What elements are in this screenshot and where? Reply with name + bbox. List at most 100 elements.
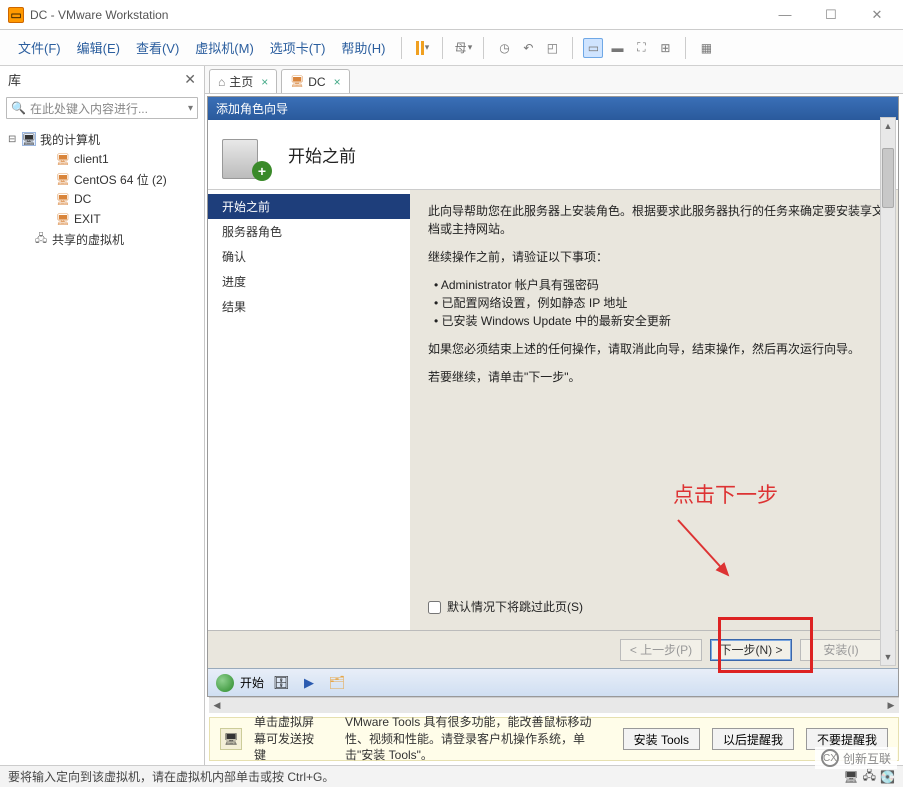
wizard-content: 此向导帮助您在此服务器上安装角色。根据要求此服务器执行的任务来确定要安装享文档或… <box>410 190 898 630</box>
window-title: DC - VMware Workstation <box>30 8 771 22</box>
menubar: 文件(F) 编辑(E) 查看(V) 虚拟机(M) 选项卡(T) 帮助(H) ▾ … <box>0 30 903 66</box>
start-orb-icon[interactable] <box>216 674 234 692</box>
library-close-icon[interactable]: ✕ <box>184 71 196 88</box>
hint-bar: 🖥 单击虚拟屏幕可发送按键 VMware Tools 具有很多功能，能改善鼠标移… <box>209 717 899 761</box>
taskbar-server-manager-icon[interactable]: 🗄 <box>270 673 292 693</box>
menu-file[interactable]: 文件(F) <box>12 36 67 59</box>
clock-icon[interactable]: ◷ <box>494 38 514 58</box>
install-button: 安装(I) <box>800 639 882 661</box>
thumbnail-icon[interactable]: ▦ <box>696 38 716 58</box>
computer-icon: 🖥 <box>22 132 36 146</box>
hint-text-click: 单击虚拟屏幕可发送按键 <box>254 714 315 764</box>
wizard-step-before[interactable]: 开始之前 <box>208 194 410 219</box>
vm-icon: 🖥 <box>56 172 70 186</box>
guest-taskbar[interactable]: 开始 🗄 ▶ 🗂 <box>208 668 898 696</box>
tree-item-exit[interactable]: 🖥 EXIT <box>4 209 200 229</box>
status-bar: 要将输入定向到该虚拟机，请在虚拟机内部单击或按 Ctrl+G。 🖥 🖧 💽 <box>0 765 903 787</box>
wizard-bullet: 已安装 Windows Update 中的最新安全更新 <box>434 312 888 330</box>
menu-tabs[interactable]: 选项卡(T) <box>264 36 332 59</box>
close-button[interactable]: ✕ <box>863 5 891 25</box>
vm-icon: 🖥 <box>56 212 70 226</box>
skip-page-checkbox[interactable] <box>428 601 441 614</box>
wizard-verify-lead: 继续操作之前，请验证以下事项： <box>428 248 888 266</box>
revert-icon[interactable]: ↶ <box>518 38 538 58</box>
watermark-logo-icon: CX <box>821 749 839 767</box>
wizard-step-nav: 开始之前 服务器角色 确认 进度 结果 <box>208 190 410 630</box>
wizard-continue-note: 若要继续，请单击"下一步"。 <box>428 368 888 386</box>
hint-icon: 🖥 <box>220 728 242 750</box>
scroll-up-icon[interactable]: ▲ <box>881 118 895 134</box>
skip-page-label: 默认情况下将跳过此页(S) <box>447 598 583 616</box>
wizard-header: + 开始之前 <box>208 120 898 190</box>
tab-home[interactable]: ⌂ 主页 × <box>209 69 277 93</box>
menu-help[interactable]: 帮助(H) <box>335 36 391 59</box>
wizard-cancel-note: 如果您必须结束上述的任何操作，请取消此向导，结束操作，然后再次运行向导。 <box>428 340 888 358</box>
library-tree: ⊟ 🖥 我的计算机 🖥 client1 🖥 CentOS 64 位 (2) 🖥 … <box>0 123 204 255</box>
wizard-step-progress[interactable]: 进度 <box>208 269 410 294</box>
status-device-icon[interactable]: 🖥 <box>843 770 858 784</box>
next-button[interactable]: 下一步(N) > <box>710 639 792 661</box>
horizontal-scrollbar[interactable]: ◀ ▶ <box>209 697 899 713</box>
snapshot-icon[interactable]: 母▾ <box>453 38 473 58</box>
home-icon: ⌂ <box>218 75 225 89</box>
view-console-icon[interactable]: ▭ <box>583 38 603 58</box>
status-disk-icon[interactable]: 💽 <box>880 770 895 784</box>
vm-icon: 🖥 <box>290 75 304 88</box>
hint-text-tools: VMware Tools 具有很多功能，能改善鼠标移动性、视频和性能。请登录客户… <box>345 714 611 764</box>
wizard-bullet: Administrator 帐户具有强密码 <box>434 276 888 294</box>
wizard-step-results[interactable]: 结果 <box>208 294 410 319</box>
wizard-titlebar: 添加角色向导 <box>208 97 898 120</box>
scroll-right-icon[interactable]: ▶ <box>883 698 899 713</box>
wizard-bullet: 已配置网络设置，例如静态 IP 地址 <box>434 294 888 312</box>
window-titlebar: ▭ DC - VMware Workstation — ☐ ✕ <box>0 0 903 30</box>
tree-item-centos[interactable]: 🖥 CentOS 64 位 (2) <box>4 169 200 189</box>
install-tools-button[interactable]: 安装 Tools <box>623 728 700 750</box>
vertical-scrollbar[interactable]: ▲ ▼ <box>880 117 896 666</box>
tree-item-dc[interactable]: 🖥 DC <box>4 189 200 209</box>
collapse-icon[interactable]: ⊟ <box>8 134 18 145</box>
tree-item-client1[interactable]: 🖥 client1 <box>4 149 200 169</box>
minimize-button[interactable]: — <box>771 5 799 25</box>
unity-icon[interactable]: ⊞ <box>655 38 675 58</box>
wizard-checklist: Administrator 帐户具有强密码 已配置网络设置，例如静态 IP 地址… <box>434 276 888 330</box>
watermark: CX 创新互联 <box>815 747 897 769</box>
status-network-icon[interactable]: 🖧 <box>863 766 876 787</box>
vmware-logo-icon: ▭ <box>8 7 24 23</box>
search-dropdown-icon[interactable]: ▾ <box>188 103 193 114</box>
menu-view[interactable]: 查看(V) <box>130 36 185 59</box>
scroll-left-icon[interactable]: ◀ <box>209 698 225 713</box>
tree-my-computer[interactable]: ⊟ 🖥 我的计算机 <box>4 129 200 149</box>
wizard-button-row: < 上一步(P) 下一步(N) > 安装(I) <box>208 630 898 668</box>
tab-close-icon[interactable]: × <box>334 75 341 89</box>
tab-close-icon[interactable]: × <box>261 75 268 89</box>
menu-vm[interactable]: 虚拟机(M) <box>189 36 260 59</box>
remind-later-button[interactable]: 以后提醒我 <box>712 728 794 750</box>
library-title: 库 <box>8 70 21 89</box>
scroll-down-icon[interactable]: ▼ <box>881 649 895 665</box>
content-area: ⌂ 主页 × 🖥 DC × 添加角色向导 + 开始之前 <box>205 66 903 765</box>
vm-icon: 🖥 <box>56 192 70 206</box>
wizard-step-roles[interactable]: 服务器角色 <box>208 219 410 244</box>
scroll-thumb[interactable] <box>882 148 894 208</box>
library-search-input[interactable]: 🔍 在此处键入内容进行... ▾ <box>6 97 198 119</box>
annotation-text: 点击下一步 <box>673 480 778 512</box>
vm-icon: 🖥 <box>56 152 70 166</box>
start-label[interactable]: 开始 <box>240 674 264 691</box>
maximize-button[interactable]: ☐ <box>817 5 845 25</box>
vm-viewport[interactable]: 添加角色向导 + 开始之前 开始之前 服务器角色 确认 进度 结果 <box>207 96 899 697</box>
menu-edit[interactable]: 编辑(E) <box>71 36 126 59</box>
view-stretch-icon[interactable]: ▬ <box>607 38 627 58</box>
annotation-arrow-icon <box>668 510 748 590</box>
fullscreen-icon[interactable]: ⛶ <box>631 38 651 58</box>
previous-button: < 上一步(P) <box>620 639 702 661</box>
taskbar-explorer-icon[interactable]: 🗂 <box>326 673 348 693</box>
tree-shared-vms[interactable]: 🖧 共享的虚拟机 <box>4 229 200 249</box>
library-sidebar: 库 ✕ 🔍 在此处键入内容进行... ▾ ⊟ 🖥 我的计算机 🖥 client1… <box>0 66 205 765</box>
status-text: 要将输入定向到该虚拟机，请在虚拟机内部单击或按 Ctrl+G。 <box>8 768 334 785</box>
manage-icon[interactable]: ◰ <box>542 38 562 58</box>
wizard-step-confirm[interactable]: 确认 <box>208 244 410 269</box>
tab-dc[interactable]: 🖥 DC × <box>281 69 349 93</box>
taskbar-powershell-icon[interactable]: ▶ <box>298 673 320 693</box>
pause-icon[interactable]: ▾ <box>412 38 432 58</box>
server-role-icon: + <box>222 131 270 179</box>
